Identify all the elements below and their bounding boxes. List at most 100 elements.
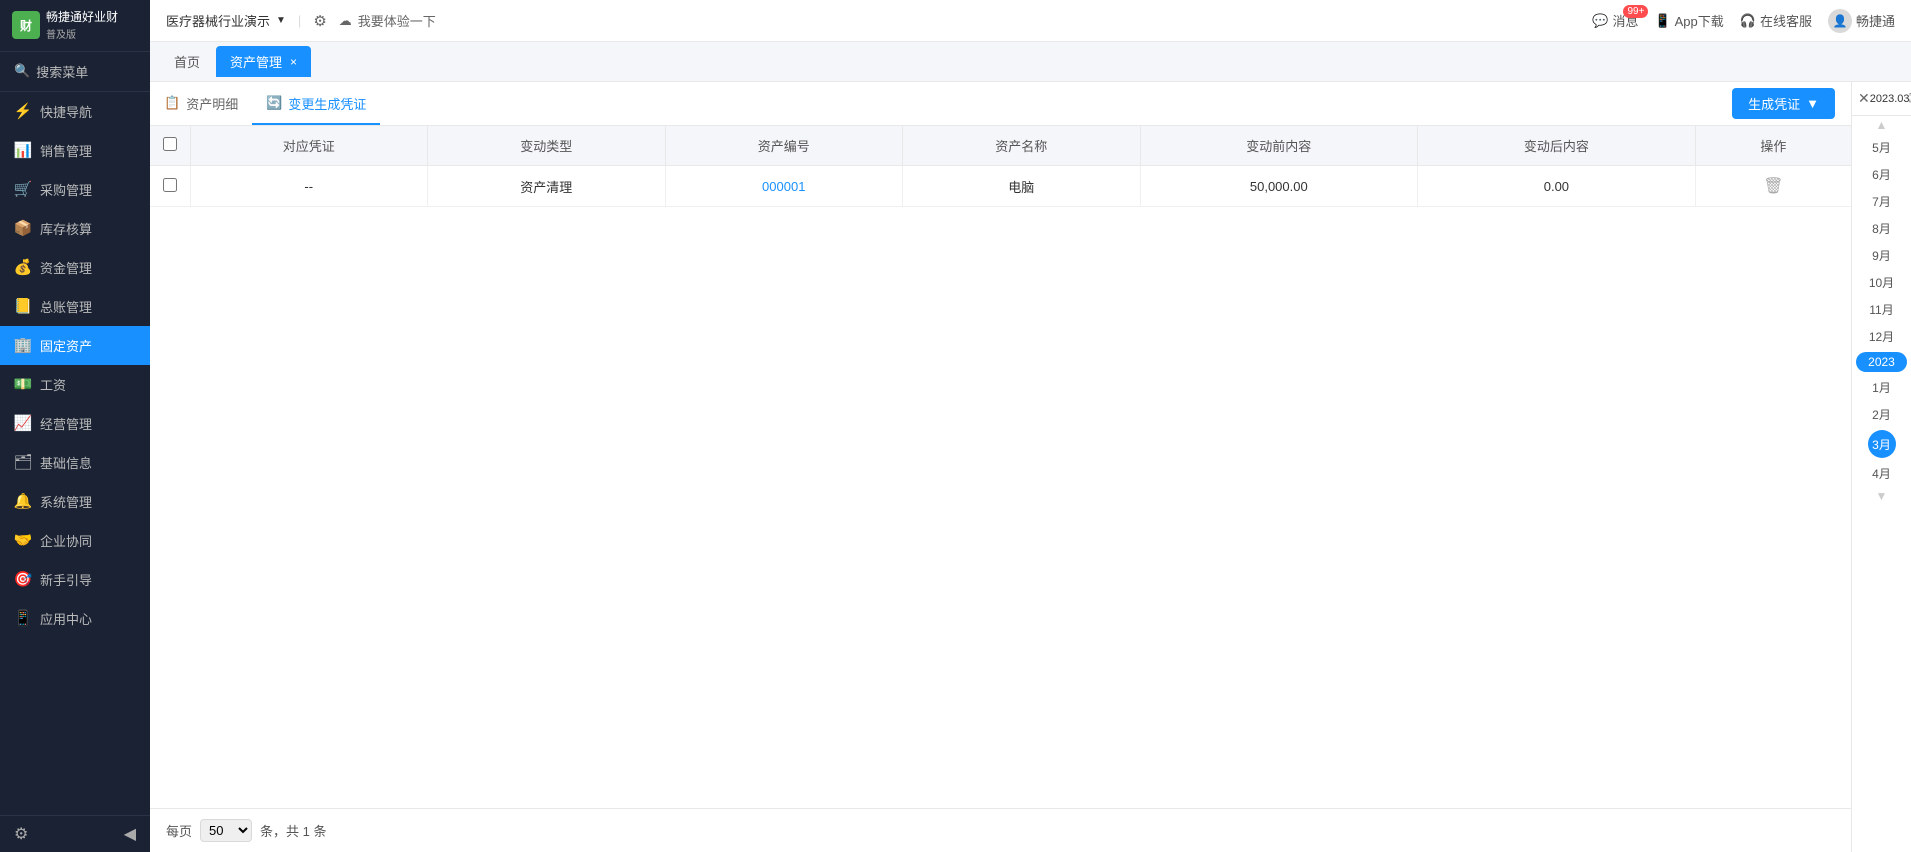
- company-selector[interactable]: 医疗器械行业演示 ▼: [166, 11, 286, 30]
- sidebar-item-salary[interactable]: 💵 工资: [0, 365, 150, 404]
- generate-label: 生成凭证: [1748, 94, 1800, 113]
- sidebar-item-label: 系统管理: [40, 492, 92, 511]
- month-9[interactable]: 9月: [1852, 242, 1911, 269]
- month-5[interactable]: 5月: [1852, 134, 1911, 161]
- col-change-type: 变动类型: [428, 126, 666, 166]
- asset-detail-icon: 📋: [164, 95, 180, 111]
- message-icon: 💬: [1592, 13, 1608, 29]
- tab-asset-management[interactable]: 资产管理 ×: [216, 46, 311, 77]
- cell-operation[interactable]: 🗑: [1695, 166, 1851, 207]
- experience-button[interactable]: ☁ 我要体验一下: [339, 11, 436, 30]
- sidebar-item-label: 快捷导航: [40, 102, 92, 121]
- total-label: 条，共 1 条: [260, 821, 326, 840]
- sidebar-item-fixed-assets[interactable]: 🏢 固定资产: [0, 326, 150, 365]
- select-all-checkbox[interactable]: [163, 137, 177, 151]
- experience-label: 我要体验一下: [358, 11, 436, 30]
- sidebar-item-fund[interactable]: 💰 资金管理: [0, 248, 150, 287]
- system-icon: 🔔: [14, 492, 32, 510]
- row-checkbox[interactable]: [163, 178, 177, 192]
- month-2[interactable]: 2月: [1852, 401, 1911, 428]
- year-2023-marker[interactable]: 2023: [1856, 352, 1907, 372]
- cell-change-type: 资产清理: [428, 166, 666, 207]
- settings-icon[interactable]: ⚙: [14, 824, 28, 844]
- month-6[interactable]: 6月: [1852, 161, 1911, 188]
- sidebar-item-system[interactable]: 🔔 系统管理: [0, 482, 150, 521]
- sidebar-item-inventory[interactable]: 📦 库存核算: [0, 209, 150, 248]
- right-panel: ✕ 2023.03 ⛶ ▲ 5月 6月 7月 8月 9月 10月 11月 12月…: [1851, 82, 1911, 852]
- col-after-content: 变动后内容: [1418, 126, 1696, 166]
- message-badge: 99+: [1623, 5, 1648, 18]
- delete-icon[interactable]: 🗑: [1763, 178, 1783, 195]
- fund-icon: 💰: [14, 258, 32, 276]
- per-page-select[interactable]: 50 10 20 100: [200, 819, 252, 842]
- topbar-right: 💬 消息 99+ 📱 App下载 🎧 在线客服 👤 畅捷通: [1592, 9, 1895, 33]
- inventory-icon: 📦: [14, 219, 32, 237]
- sidebar-item-guide[interactable]: 🎯 新手引导: [0, 560, 150, 599]
- table-header-checkbox[interactable]: [150, 126, 190, 166]
- tab-asset-detail[interactable]: 📋 资产明细: [150, 84, 252, 125]
- tab-change-voucher[interactable]: 🔄 变更生成凭证: [252, 84, 380, 125]
- company-settings-icon[interactable]: ⚙: [313, 12, 326, 30]
- message-button[interactable]: 💬 消息 99+: [1592, 11, 1638, 30]
- company-dropdown-icon: ▼: [276, 15, 286, 26]
- tab-home[interactable]: 首页: [166, 48, 208, 75]
- cell-before-content: 50,000.00: [1140, 166, 1418, 207]
- month-8[interactable]: 8月: [1852, 215, 1911, 242]
- month-4[interactable]: 4月: [1852, 460, 1911, 487]
- sidebar-item-label: 资金管理: [40, 258, 92, 277]
- sidebar-item-operation[interactable]: 📈 经营管理: [0, 404, 150, 443]
- month-7[interactable]: 7月: [1852, 188, 1911, 215]
- sub-tabs-row: 📋 资产明细 🔄 变更生成凭证 生成凭证 ▼: [150, 82, 1851, 126]
- tab-close-icon[interactable]: ×: [290, 55, 297, 69]
- service-label: 在线客服: [1760, 11, 1812, 30]
- sidebar-search[interactable]: 🔍 搜索菜单: [0, 56, 150, 87]
- sidebar-item-ledger[interactable]: 📒 总账管理: [0, 287, 150, 326]
- col-asset-name: 资产名称: [903, 126, 1141, 166]
- sidebar-item-label: 工资: [40, 375, 66, 394]
- salary-icon: 💵: [14, 375, 32, 393]
- sidebar-item-label: 基础信息: [40, 453, 92, 472]
- sidebar-item-label: 新手引导: [40, 570, 92, 589]
- sidebar-item-label: 销售管理: [40, 141, 92, 160]
- avatar: 👤: [1828, 9, 1852, 33]
- logo-text: 畅捷通好业财 普及版: [46, 10, 118, 41]
- sidebar-item-enterprise[interactable]: 🤝 企业协同: [0, 521, 150, 560]
- right-panel-close-icon[interactable]: ✕: [1858, 90, 1870, 107]
- sidebar-item-label: 固定资产: [40, 336, 92, 355]
- row-checkbox-cell[interactable]: [150, 166, 190, 207]
- change-voucher-label: 变更生成凭证: [288, 94, 366, 113]
- sidebar-item-label: 库存核算: [40, 219, 92, 238]
- sidebar-item-basic-info[interactable]: 🗂 基础信息: [0, 443, 150, 482]
- experience-icon: ☁: [339, 13, 352, 29]
- sidebar-bottom: ⚙ ◀: [0, 815, 150, 852]
- sidebar-search-label: 搜索菜单: [36, 62, 88, 81]
- scroll-down-icon[interactable]: ▼: [1852, 487, 1911, 505]
- logo-icon: 财: [12, 11, 40, 39]
- user-label: 畅捷通: [1856, 11, 1895, 30]
- month-12[interactable]: 12月: [1852, 323, 1911, 350]
- generate-voucher-button[interactable]: 生成凭证 ▼: [1732, 88, 1835, 119]
- service-button[interactable]: 🎧 在线客服: [1740, 11, 1812, 30]
- data-table: 对应凭证 变动类型 资产编号 资产名称 变动前内容 变动后内容 操作: [150, 126, 1851, 207]
- main-area: 医疗器械行业演示 ▼ | ⚙ ☁ 我要体验一下 💬 消息 99+ 📱 App下载…: [150, 0, 1911, 852]
- change-voucher-icon: 🔄: [266, 95, 282, 111]
- sidebar-item-sales[interactable]: 📊 销售管理: [0, 131, 150, 170]
- sidebar-logo: 财 畅捷通好业财 普及版: [0, 0, 150, 52]
- sidebar-item-quick-nav[interactable]: ⚡ 快捷导航: [0, 92, 150, 131]
- user-menu[interactable]: 👤 畅捷通: [1828, 9, 1895, 33]
- sidebar-item-purchase[interactable]: 🛒 采购管理: [0, 170, 150, 209]
- generate-arrow-icon: ▼: [1806, 96, 1819, 111]
- month-10[interactable]: 10月: [1852, 269, 1911, 296]
- tab-active-label: 资产管理: [230, 52, 282, 71]
- per-page-label: 每页: [166, 821, 192, 840]
- scroll-up-icon[interactable]: ▲: [1852, 116, 1911, 134]
- sidebar-item-app-center[interactable]: 📱 应用中心: [0, 599, 150, 638]
- month-11[interactable]: 11月: [1852, 296, 1911, 323]
- month-1[interactable]: 1月: [1852, 374, 1911, 401]
- cell-asset-code[interactable]: 000001: [665, 166, 903, 207]
- app-download-button[interactable]: 📱 App下载: [1654, 11, 1723, 30]
- month-3-active[interactable]: 3月: [1868, 430, 1896, 458]
- tabbar: 首页 资产管理 ×: [150, 42, 1911, 82]
- collapse-icon[interactable]: ◀: [124, 824, 136, 844]
- operation-icon: 📈: [14, 414, 32, 432]
